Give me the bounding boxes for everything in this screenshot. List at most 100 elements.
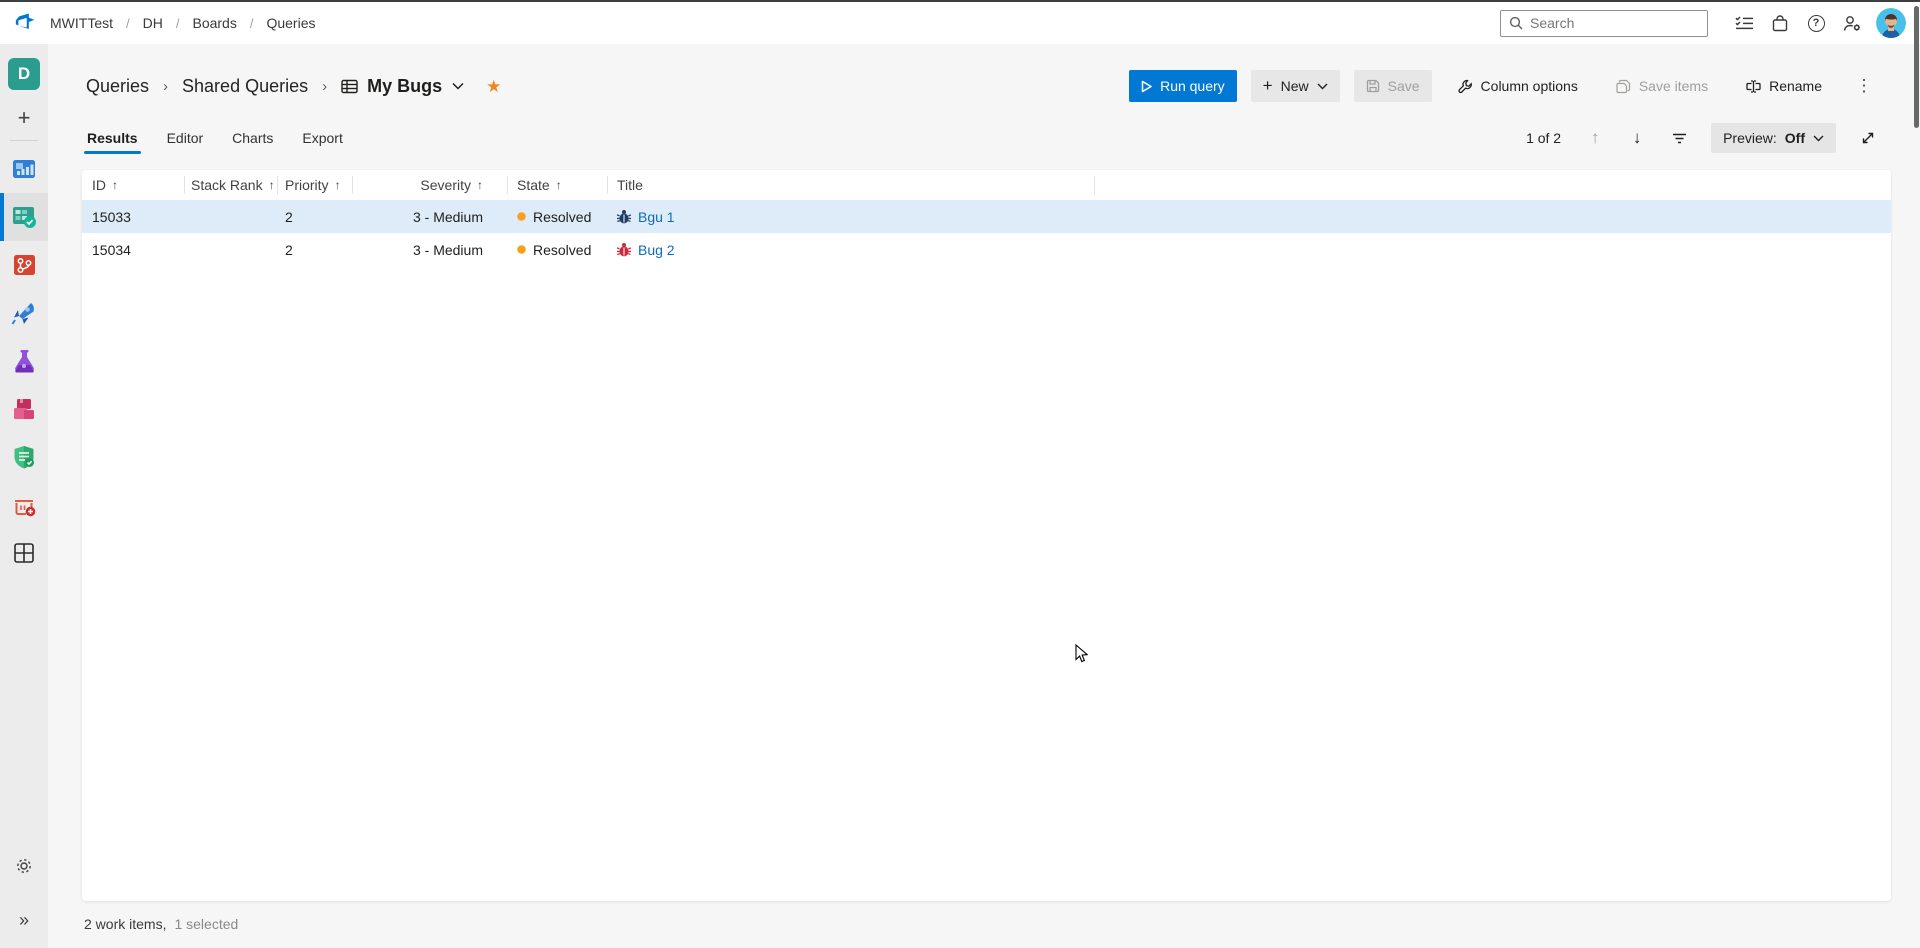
project-settings-button[interactable] — [0, 846, 48, 886]
save-items-icon — [1616, 79, 1631, 94]
preview-value: Off — [1784, 130, 1805, 146]
query-title-dropdown[interactable] — [452, 82, 464, 90]
sidebar-item-shield-check[interactable] — [0, 433, 48, 481]
sidebar-bottom: » — [0, 846, 48, 948]
work-item-link[interactable]: Bgu 1 — [638, 209, 675, 225]
work-item-link[interactable]: Bug 2 — [638, 242, 675, 258]
query-title[interactable]: My Bugs — [367, 76, 442, 97]
breadcrumb-separator: / — [126, 15, 130, 31]
pipelines-icon — [9, 298, 39, 328]
sidebar-item-boards[interactable] — [0, 193, 48, 241]
help-icon[interactable]: ? — [1798, 5, 1834, 41]
new-button[interactable]: + New — [1250, 70, 1340, 102]
column-header-title[interactable]: Title — [608, 170, 1095, 200]
column-label: ID — [92, 177, 106, 193]
container-add-icon — [10, 491, 38, 519]
save-items-button[interactable]: Save items — [1604, 70, 1720, 102]
cell-severity: 3 - Medium — [412, 241, 483, 258]
favorite-star-icon[interactable]: ★ — [486, 78, 501, 95]
breadcrumb-boards[interactable]: Boards — [192, 15, 236, 31]
plus-icon: + — [1262, 76, 1273, 95]
state-dot-icon — [517, 245, 526, 254]
breadcrumb-org[interactable]: MWITTest — [50, 15, 113, 31]
user-settings-icon[interactable] — [1834, 5, 1870, 41]
column-header-stack-rank[interactable]: Stack Rank ↑ — [185, 170, 278, 200]
play-icon — [1141, 80, 1152, 93]
main-content: Queries › Shared Queries › My Bugs ★ Run… — [48, 44, 1920, 948]
breadcrumb: MWITTest / DH / Boards / Queries — [50, 15, 316, 31]
sidebar-item-test-plans[interactable] — [0, 337, 48, 385]
sort-asc-icon: ↑ — [334, 178, 341, 192]
chevron-right-icon: › — [163, 77, 169, 95]
search-box[interactable] — [1500, 9, 1708, 37]
pager-position: 1 of 2 — [1526, 130, 1562, 146]
sidebar-item-repos[interactable] — [0, 241, 48, 289]
column-header-id[interactable]: ID ↑ — [82, 170, 185, 200]
fullscreen-button[interactable] — [1852, 122, 1884, 154]
column-options-button[interactable]: Column options — [1446, 70, 1590, 102]
sidebar-item-artifacts[interactable] — [0, 385, 48, 433]
tab-export[interactable]: Export — [301, 122, 343, 154]
filter-button[interactable] — [1663, 122, 1695, 154]
search-icon — [1509, 16, 1523, 30]
sidebar-item-grid[interactable] — [0, 529, 48, 577]
sidebar-item-container-add[interactable] — [0, 481, 48, 529]
scrollbar-thumb[interactable] — [1914, 6, 1919, 128]
table-header-row: ID ↑ Stack Rank ↑ Priority ↑ Severity ↑ … — [82, 170, 1891, 200]
work-items-count: 2 work items, — [84, 916, 167, 932]
double-chevron-icon: » — [18, 909, 29, 930]
azure-devops-logo-icon[interactable] — [14, 12, 36, 34]
tab-editor[interactable]: Editor — [166, 122, 205, 154]
next-item-button[interactable]: ↓ — [1621, 122, 1653, 154]
run-query-button[interactable]: Run query — [1129, 70, 1237, 102]
rename-button[interactable]: Rename — [1734, 70, 1834, 102]
question-glyph: ? — [1807, 14, 1825, 32]
cell-stack-rank — [185, 233, 278, 266]
state-label: Resolved — [533, 241, 592, 258]
tab-charts[interactable]: Charts — [231, 122, 274, 154]
save-icon — [1366, 79, 1380, 93]
sidebar-item-overview[interactable] — [0, 145, 48, 193]
column-header-state[interactable]: State ↑ — [508, 170, 608, 200]
column-label: Severity — [420, 177, 471, 193]
column-label: Priority — [285, 177, 329, 193]
table-row[interactable]: 15034 2 3 - Medium Resolved Bug 2 — [82, 233, 1891, 266]
breadcrumb-separator: / — [249, 15, 254, 31]
scrollbar[interactable] — [1913, 2, 1920, 948]
search-input[interactable] — [1530, 15, 1690, 31]
breadcrumb-project[interactable]: DH — [143, 15, 163, 31]
ellipsis-vertical-icon: ⋮ — [1855, 76, 1873, 95]
sidebar-collapse-button[interactable]: » — [0, 898, 48, 942]
column-options-label: Column options — [1480, 78, 1578, 94]
save-label: Save — [1387, 78, 1420, 94]
cell-state: Resolved — [508, 233, 608, 266]
preview-toggle-button[interactable]: Preview: Off — [1711, 123, 1836, 153]
more-actions-button[interactable]: ⋮ — [1848, 70, 1880, 102]
column-label: Title — [617, 177, 643, 193]
overview-icon — [10, 155, 38, 183]
column-header-severity[interactable]: Severity ↑ — [353, 170, 508, 200]
grid-icon — [13, 542, 35, 564]
breadcrumb-queries[interactable]: Queries — [266, 15, 315, 31]
project-avatar[interactable]: D — [8, 58, 40, 90]
tab-results[interactable]: Results — [84, 122, 141, 154]
query-path-shared-queries[interactable]: Shared Queries — [182, 76, 308, 97]
chevron-down-icon — [1317, 83, 1328, 89]
marketplace-bag-icon[interactable] — [1762, 5, 1798, 41]
column-header-priority[interactable]: Priority ↑ — [278, 170, 353, 200]
add-project-item-button[interactable]: + — [0, 98, 48, 138]
previous-item-button[interactable]: ↑ — [1579, 122, 1611, 154]
work-items-list-icon[interactable] — [1726, 5, 1762, 41]
sidebar-item-pipelines[interactable] — [0, 289, 48, 337]
boards-icon — [9, 202, 39, 232]
breadcrumb-separator: / — [175, 15, 180, 31]
query-header: Queries › Shared Queries › My Bugs ★ Run… — [86, 68, 1880, 104]
user-avatar[interactable] — [1876, 8, 1906, 38]
top-bar-right: ? — [1500, 5, 1920, 41]
rename-icon — [1746, 79, 1761, 94]
bug-icon — [617, 243, 631, 257]
cell-title: Bug 2 — [608, 233, 1095, 266]
query-path-queries[interactable]: Queries — [86, 76, 149, 97]
save-button[interactable]: Save — [1353, 70, 1432, 102]
table-row[interactable]: 15033 2 3 - Medium Resolved Bgu 1 — [82, 200, 1891, 233]
